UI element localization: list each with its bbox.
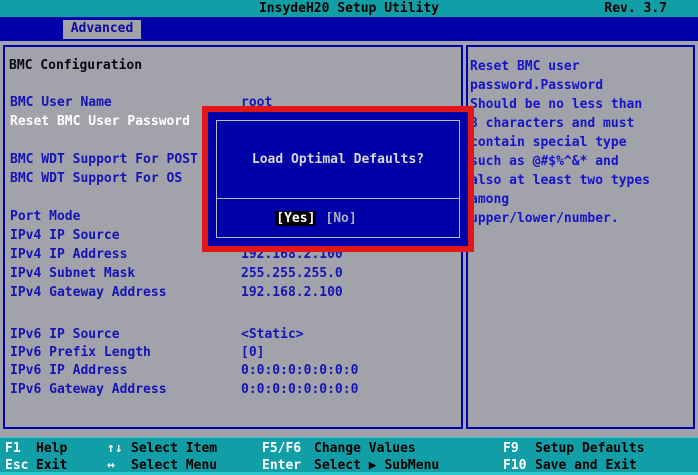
select-menu-action: Select Menu xyxy=(131,458,217,473)
setting-label: IPv6 IP Source xyxy=(10,327,120,342)
revision-label: Rev. 3.7 xyxy=(604,1,667,16)
setting-value: [0] xyxy=(241,345,264,360)
section-title: BMC Configuration xyxy=(9,58,142,73)
no-button[interactable]: [No] xyxy=(325,211,356,226)
setting-label: Port Mode xyxy=(10,209,80,224)
setting-row-ipv6-prefix-length[interactable]: IPv6 Prefix Length [0] xyxy=(9,345,459,361)
title-bar: InsydeH20 Setup Utility Rev. 3.7 xyxy=(0,0,698,17)
leftright-arrows-icon: ↔ xyxy=(107,458,115,473)
setting-value: 0:0:0:0:0:0:0:0 xyxy=(241,363,358,378)
app-title: InsydeH20 Setup Utility xyxy=(0,1,698,16)
menu-bar: Advanced xyxy=(0,17,698,41)
highlight-annotation: Load Optimal Defaults? [Yes] [No] xyxy=(202,106,474,252)
help-text: Reset BMC user password.Password Should … xyxy=(470,57,692,228)
key-f5-f6: F5/F6 xyxy=(262,441,301,456)
setting-label: IPv4 Gateway Address xyxy=(10,285,167,300)
key-esc-action: Exit xyxy=(36,458,67,473)
save-and-exit-action: Save and Exit xyxy=(535,458,637,473)
change-values-action: Change Values xyxy=(314,441,416,456)
key-f1-action: Help xyxy=(36,441,67,456)
setup-defaults-action: Setup Defaults xyxy=(535,441,645,456)
setting-value: 192.168.2.100 xyxy=(241,285,343,300)
setting-value: 0:0:0:0:0:0:0:0 xyxy=(241,382,358,397)
setting-value: <Static> xyxy=(241,327,304,342)
setting-row-ipv4-subnet-mask[interactable]: IPv4 Subnet Mask 255.255.255.0 xyxy=(9,266,459,282)
setting-label: IPv4 IP Source xyxy=(10,228,120,243)
setting-label: Reset BMC User Password xyxy=(10,114,190,129)
status-bar: F1 Help ↑↓ Select Item F5/F6 Change Valu… xyxy=(0,437,698,475)
setting-label: BMC WDT Support For OS xyxy=(10,171,182,186)
setting-label: IPv6 Prefix Length xyxy=(10,345,151,360)
tab-advanced[interactable]: Advanced xyxy=(63,20,141,39)
setting-label: IPv6 Gateway Address xyxy=(10,382,167,397)
yes-button[interactable]: [Yes] xyxy=(275,211,316,226)
key-f9: F9 xyxy=(503,441,519,456)
bios-setup-screen: InsydeH20 Setup Utility Rev. 3.7 Advance… xyxy=(0,0,698,475)
setting-label: IPv4 Subnet Mask xyxy=(10,266,135,281)
setting-label: BMC User Name xyxy=(10,95,112,110)
load-defaults-dialog: Load Optimal Defaults? [Yes] [No] xyxy=(216,120,460,238)
setting-row-ipv6-ip-source[interactable]: IPv6 IP Source <Static> xyxy=(9,327,459,343)
dialog-message: Load Optimal Defaults? xyxy=(217,121,459,197)
setting-row-ipv4-gateway-address[interactable]: IPv4 Gateway Address 192.168.2.100 xyxy=(9,285,459,301)
setting-value: 255.255.255.0 xyxy=(241,266,343,281)
select-submenu-action: Select ▶ SubMenu xyxy=(314,458,439,473)
updown-arrows-icon: ↑↓ xyxy=(107,441,123,456)
key-f1: F1 xyxy=(5,441,21,456)
setting-row-ipv6-ip-address[interactable]: IPv6 IP Address 0:0:0:0:0:0:0:0 xyxy=(9,363,459,379)
key-esc: Esc xyxy=(5,458,28,473)
select-item-action: Select Item xyxy=(131,441,217,456)
key-f10: F10 xyxy=(503,458,526,473)
dialog-button-row: [Yes] [No] xyxy=(217,198,459,237)
key-enter: Enter xyxy=(262,458,301,473)
setting-label: IPv4 IP Address xyxy=(10,247,127,262)
setting-label: BMC WDT Support For POST xyxy=(10,152,198,167)
help-panel: Reset BMC user password.Password Should … xyxy=(466,45,695,429)
setting-label: IPv6 IP Address xyxy=(10,363,127,378)
setting-row-ipv6-gateway-address[interactable]: IPv6 Gateway Address 0:0:0:0:0:0:0:0 xyxy=(9,382,459,398)
